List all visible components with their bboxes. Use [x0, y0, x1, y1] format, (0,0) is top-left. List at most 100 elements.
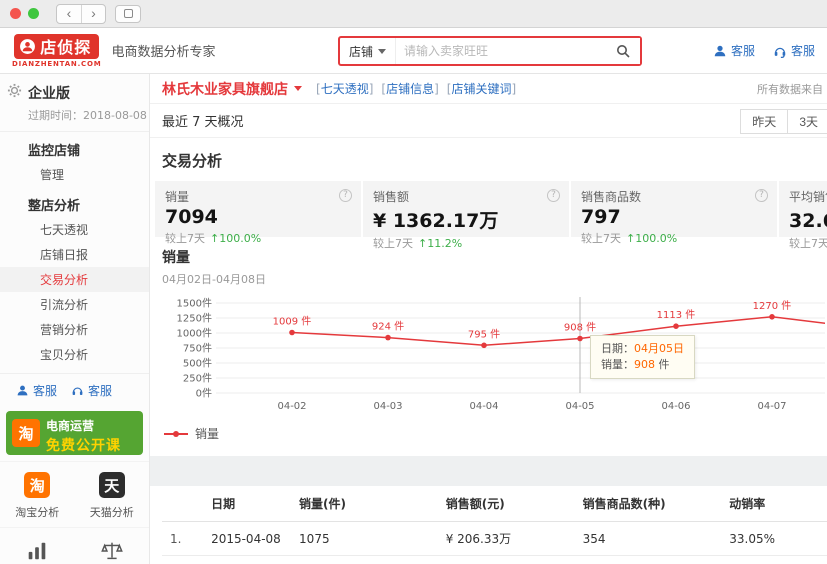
gear-icon[interactable] [7, 83, 22, 101]
search-button[interactable] [606, 38, 640, 64]
headset-icon [773, 44, 787, 58]
tool-label: 淘宝分析 [15, 504, 59, 520]
svg-text:04-07: 04-07 [757, 401, 786, 412]
tool-wireless-analysis[interactable]: 无线分析 [0, 527, 75, 564]
breadcrumb: 林氏木业家具旗舰店 [七天透视] [店铺信息] [店铺关键词] 所有数据来自 [150, 74, 827, 104]
sidebar-item-manage[interactable]: 管理 [0, 162, 149, 187]
svg-text:04-06: 04-06 [661, 401, 690, 412]
stat-cards: 销量 ? 7094 较上7天↑100.0% 销售额 ? ¥ 1362.17万 较… [155, 181, 827, 237]
help-icon[interactable]: ? [755, 189, 768, 202]
stat-change: 较上7天↑100.0% [581, 230, 767, 246]
sales-chart-section: 销量 04月02日-04月08日 0件250件500件750件1000件1250… [150, 237, 827, 442]
scales-icon [98, 537, 126, 564]
section-title-trade-analysis: 交易分析 [150, 138, 827, 181]
link-shop-info[interactable]: [店铺信息] [381, 80, 438, 97]
stat-value: 7094 [165, 206, 351, 228]
logo-text: 店侦探 [40, 34, 91, 58]
app-header: 店侦探 DIANZHENTAN.COM 电商数据分析专家 店铺 [0, 28, 827, 74]
svg-text:250件: 250件 [183, 373, 212, 385]
svg-text:1250件: 1250件 [177, 313, 212, 325]
close-window-button[interactable] [10, 8, 21, 19]
sidebar-hotline-service-link[interactable]: 客服 [71, 382, 112, 399]
svg-text:1000件: 1000件 [177, 328, 212, 340]
sales-line-chart[interactable]: 0件250件500件750件1000件1250件1500件1009 件924 件… [162, 291, 825, 419]
signal-bars-icon [23, 537, 51, 564]
chart-tooltip: 日期：04月05日 销量：908 件 [590, 335, 695, 379]
stat-label: 销售商品数 [581, 188, 767, 205]
header-date: 日期 [211, 495, 299, 512]
sidebar-item-item-analysis[interactable]: 宝贝分析 [0, 342, 149, 367]
site-logo[interactable]: 店侦探 DIANZHENTAN.COM [12, 34, 102, 68]
tab-yesterday[interactable]: 昨天 [740, 109, 788, 134]
svg-text:795 件: 795 件 [468, 328, 500, 340]
help-icon[interactable]: ? [547, 189, 560, 202]
free-course-ad-banner[interactable]: 淘 电商运营 免费公开课 [6, 411, 143, 455]
sidebar-item-trade-analysis[interactable]: 交易分析 [0, 267, 149, 292]
banner-line1: 电商运营 [46, 417, 139, 434]
link-7day-view[interactable]: [七天透视] [316, 80, 373, 97]
cell-date: 2015-04-08 [211, 532, 299, 546]
browser-window: ‹ › 店侦探 DIANZHENTAN.COM 电商数据分析专家 店铺 [0, 0, 827, 564]
svg-text:0件: 0件 [196, 388, 212, 400]
headset-icon [71, 384, 84, 397]
link-shop-keywords[interactable]: [店铺关键词] [447, 80, 516, 97]
tool-tmall-analysis[interactable]: 天 天猫分析 [75, 461, 150, 527]
nav-button-group: ‹ › [56, 4, 106, 24]
shop-search-bar: 店铺 [338, 36, 642, 66]
shop-name-label: 林氏木业家具旗舰店 [162, 79, 288, 99]
sidebar-item-traffic-analysis[interactable]: 引流分析 [0, 292, 149, 317]
tool-taobao-analysis[interactable]: 淘 淘宝分析 [0, 461, 75, 527]
tmall-icon: 天 [99, 472, 125, 498]
date-range-tabs: 昨天 3天 [741, 109, 827, 134]
zoom-window-button[interactable] [28, 8, 39, 19]
search-category-dropdown[interactable]: 店铺 [340, 38, 396, 64]
cell-index: 1. [162, 532, 211, 546]
stat-label: 销量 [165, 188, 351, 205]
help-icon[interactable]: ? [339, 189, 352, 202]
stat-card-sales-qty: 销量 ? 7094 较上7天↑100.0% [155, 181, 361, 237]
daily-data-table: 日期 销量(件) 销售额(元) 销售商品数(种) 动销率 1. 2015-04-… [150, 486, 827, 556]
main-content: 林氏木业家具旗舰店 [七天透视] [店铺信息] [店铺关键词] 所有数据来自 最… [150, 74, 827, 564]
tab-3days[interactable]: 3天 [787, 109, 827, 134]
sidebar-account-block: 企业版 过期时间：2018-08-08 [0, 74, 149, 132]
cell-turnover-rate: 33.05% [729, 532, 827, 546]
back-button[interactable]: ‹ [57, 5, 81, 23]
tab-overview-icon [124, 9, 133, 18]
person-icon [713, 44, 727, 58]
tool-label: 天猫分析 [90, 504, 134, 520]
detective-icon [19, 38, 36, 55]
chart-legend: 销量 [164, 425, 827, 442]
customer-service-link[interactable]: 客服 [713, 42, 755, 59]
sidebar-item-marketing-analysis[interactable]: 营销分析 [0, 317, 149, 342]
sidebar-item-7day-view[interactable]: 七天透视 [0, 217, 149, 242]
search-icon [615, 43, 631, 59]
svg-text:04-02: 04-02 [277, 401, 306, 412]
sidebar-customer-service-link[interactable]: 客服 [16, 382, 57, 399]
stat-change: 较上7天↑11.2% [373, 235, 559, 251]
svg-text:1113 件: 1113 件 [657, 309, 696, 321]
customer-service-label: 客服 [731, 42, 755, 59]
overview-title: 最近 7 天概况 [162, 111, 244, 130]
up-arrow-icon: ↑ [418, 237, 427, 250]
table-row[interactable]: 1. 2015-04-08 1075 ¥ 206.33万 354 33.05% [162, 522, 827, 556]
stat-value: 797 [581, 206, 767, 228]
legend-label: 销量 [195, 425, 219, 442]
up-arrow-icon: ↑ [210, 232, 219, 245]
sidebar-item-shop-daily[interactable]: 店铺日报 [0, 242, 149, 267]
sidebar-tool-grid: 淘 淘宝分析 天 天猫分析 无线分析 [0, 461, 149, 564]
banner-line2: 免费公开课 [46, 435, 139, 455]
hotline-service-label: 客服 [791, 42, 815, 59]
forward-button[interactable]: › [81, 5, 105, 23]
legend-marker-icon [164, 433, 188, 435]
edition-label: 企业版 [28, 83, 149, 103]
shop-name-dropdown[interactable]: 林氏木业家具旗舰店 [162, 79, 302, 99]
stat-card-avg-price: 平均销售价 ? 32.66元 较上7天↑0.7% [779, 181, 827, 237]
svg-text:04-05: 04-05 [565, 401, 594, 412]
sidebar: 企业版 过期时间：2018-08-08 监控店铺 管理 整店分析 七天透视 店铺… [0, 74, 150, 564]
tab-overview-button[interactable] [115, 5, 141, 23]
tool-demotion-check[interactable]: 降权查询 [75, 527, 150, 564]
search-input[interactable] [396, 44, 606, 58]
header-sales-amount: 销售额(元) [446, 495, 583, 512]
hotline-service-link[interactable]: 客服 [773, 42, 815, 59]
svg-text:1009 件: 1009 件 [273, 316, 312, 328]
